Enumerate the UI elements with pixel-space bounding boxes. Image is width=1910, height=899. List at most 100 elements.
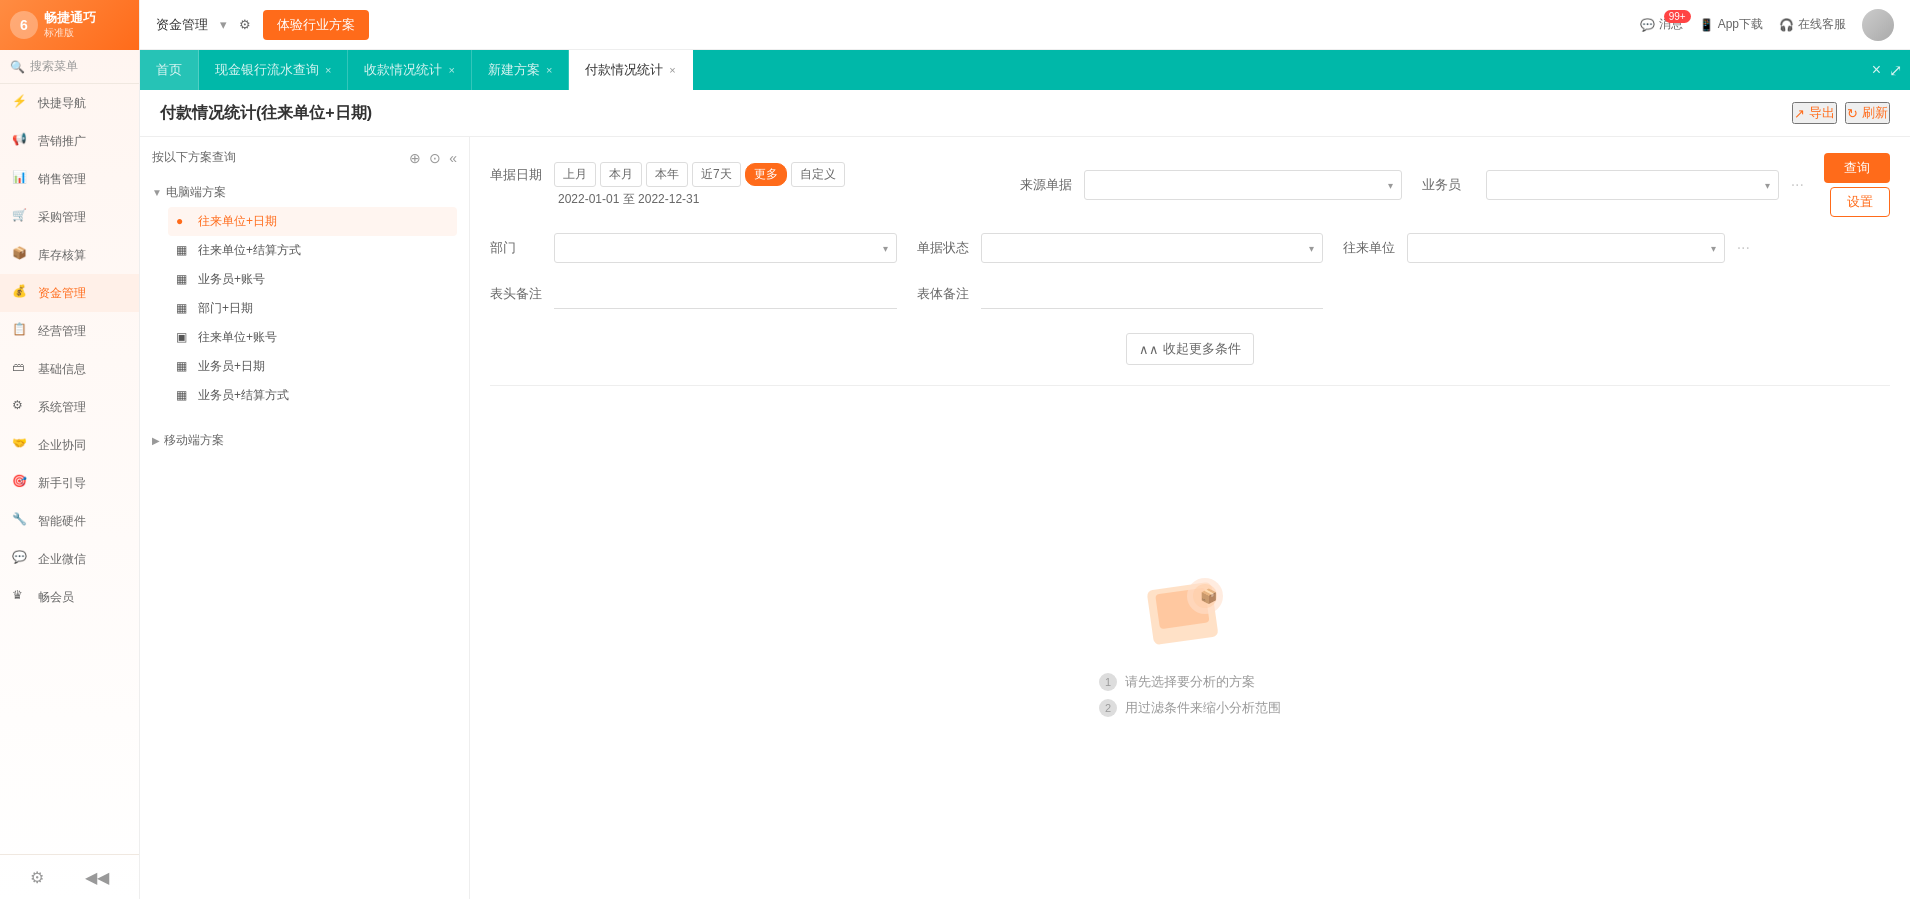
scheme-staff-account[interactable]: ▦ 业务员+账号 xyxy=(168,265,457,294)
staff-select[interactable]: ▾ xyxy=(1486,170,1779,200)
sidebar-item-hardware[interactable]: 🔧 智能硬件 xyxy=(0,502,139,540)
doc-status-select[interactable]: ▾ xyxy=(981,233,1324,263)
this-year-btn[interactable]: 本年 xyxy=(646,162,688,187)
wechat-icon: 💬 xyxy=(12,550,30,568)
tab-receipt-close[interactable]: × xyxy=(448,64,454,76)
scheme-dept-date[interactable]: ▦ 部门+日期 xyxy=(168,294,457,323)
body-remark-group: 表体备注 xyxy=(917,279,1324,309)
sidebar-item-wechat[interactable]: 💬 企业微信 xyxy=(0,540,139,578)
scheme-icon-5: ▦ xyxy=(176,359,192,375)
tab-payment-close[interactable]: × xyxy=(669,64,675,76)
query-button[interactable]: 查询 xyxy=(1824,153,1890,183)
desktop-section-toggle[interactable]: ▼ 电脑端方案 xyxy=(152,178,457,207)
doc-status-select-arrow: ▾ xyxy=(1309,243,1314,254)
tab-receipt[interactable]: 收款情况统计 × xyxy=(348,50,471,90)
breadcrumb-dropdown[interactable]: ▾ xyxy=(220,17,227,32)
empty-tips: 1 请先选择要分析的方案 2 用过滤条件来缩小分析范围 xyxy=(1099,673,1281,717)
scheme-unit-account[interactable]: ▣ 往来单位+账号 xyxy=(168,323,457,352)
sidebar-item-operation[interactable]: 📋 经营管理 xyxy=(0,312,139,350)
sidebar-item-fund[interactable]: 💰 资金管理 xyxy=(0,274,139,312)
add-scheme-icon[interactable]: ⊕ xyxy=(409,150,421,166)
topbar: 资金管理 ▾ ⚙ 体验行业方案 💬 消息 99+ 📱 App下载 🎧 在线客服 xyxy=(140,0,1910,50)
tab-new-scheme-close[interactable]: × xyxy=(546,64,552,76)
scheme-settings-icon[interactable]: ⊙ xyxy=(429,150,441,166)
fund-icon: 💰 xyxy=(12,284,30,302)
body-remark-input[interactable] xyxy=(981,279,1324,309)
settings-bottom-icon[interactable]: ⚙ xyxy=(30,868,44,887)
quick-nav-icon: ⚡ xyxy=(12,94,30,112)
phone-icon: 📱 xyxy=(1699,18,1714,32)
sales-icon: 📊 xyxy=(12,170,30,188)
scheme-icon-2: ▦ xyxy=(176,272,192,288)
sidebar-item-marketing[interactable]: 📢 营销推广 xyxy=(0,122,139,160)
doc-status-label: 单据状态 xyxy=(917,239,973,257)
scheme-icon-6: ▦ xyxy=(176,388,192,404)
source-select-arrow: ▾ xyxy=(1388,180,1393,191)
inventory-icon: 📦 xyxy=(12,246,30,264)
sidebar-item-quick-nav[interactable]: ⚡ 快捷导航 xyxy=(0,84,139,122)
sidebar-item-inventory[interactable]: 📦 库存核算 xyxy=(0,236,139,274)
filter-settings-button[interactable]: 设置 xyxy=(1830,187,1890,217)
filter-rows: 单据日期 上月 本月 本年 近7天 更多 自定义 xyxy=(490,153,1890,309)
sidebar-item-system[interactable]: ⚙ 系统管理 xyxy=(0,388,139,426)
basic-icon: 🗃 xyxy=(12,360,30,378)
refresh-button[interactable]: ↻ 刷新 xyxy=(1845,102,1890,124)
expand-tabs-icon[interactable]: ⤢ xyxy=(1889,61,1902,80)
sidebar-item-purchase[interactable]: 🛒 采购管理 xyxy=(0,198,139,236)
collapse-panel-icon[interactable]: « xyxy=(449,150,457,166)
sidebar-logo: 6 畅捷通巧 标准版 xyxy=(0,0,139,50)
tab-bank[interactable]: 现金银行流水查询 × xyxy=(199,50,348,90)
sidebar-item-enterprise[interactable]: 🤝 企业协同 xyxy=(0,426,139,464)
scheme-staff-date[interactable]: ▦ 业务员+日期 xyxy=(168,352,457,381)
sidebar-item-vip[interactable]: ♛ 畅会员 xyxy=(0,578,139,616)
headset-icon: 🎧 xyxy=(1779,18,1794,32)
avatar-image xyxy=(1862,9,1894,41)
mobile-section-toggle[interactable]: ▶ 移动端方案 xyxy=(152,426,457,455)
filter-panel: 单据日期 上月 本月 本年 近7天 更多 自定义 xyxy=(470,137,1910,899)
scheme-icon-4: ▣ xyxy=(176,330,192,346)
sidebar-bottom: ⚙ ◀◀ xyxy=(0,854,139,899)
user-avatar[interactable] xyxy=(1862,9,1894,41)
partner-dots: ··· xyxy=(1737,239,1750,257)
topbar-settings-icon[interactable]: ⚙ xyxy=(239,17,251,32)
partner-select-arrow: ▾ xyxy=(1711,243,1716,254)
header-remark-group: 表头备注 xyxy=(490,279,897,309)
online-service-btn[interactable]: 🎧 在线客服 xyxy=(1779,16,1846,33)
tab-bank-close[interactable]: × xyxy=(325,64,331,76)
scheme-unit-settle[interactable]: ▦ 往来单位+结算方式 xyxy=(168,236,457,265)
last-7days-btn[interactable]: 近7天 xyxy=(692,162,741,187)
partner-filter-group: 往来单位 ▾ ··· xyxy=(1343,233,1750,263)
page-content: 付款情况统计(往来单位+日期) ↗ 导出 ↻ 刷新 按以下方案查询 ⊕ xyxy=(140,90,1910,899)
more-btn[interactable]: 更多 xyxy=(745,163,787,186)
last-month-btn[interactable]: 上月 xyxy=(554,162,596,187)
date-range-display: 2022-01-01 至 2022-12-31 xyxy=(558,192,699,206)
app-download-btn[interactable]: 📱 App下载 xyxy=(1699,16,1763,33)
notification-btn[interactable]: 💬 消息 99+ xyxy=(1640,16,1683,33)
sidebar-item-basic[interactable]: 🗃 基础信息 xyxy=(0,350,139,388)
custom-btn[interactable]: 自定义 xyxy=(791,162,845,187)
partner-select[interactable]: ▾ xyxy=(1407,233,1724,263)
header-remark-input[interactable] xyxy=(554,279,897,309)
this-month-btn[interactable]: 本月 xyxy=(600,162,642,187)
collapse-filters-button[interactable]: ∧∧ 收起更多条件 xyxy=(1126,333,1254,365)
export-button[interactable]: ↗ 导出 xyxy=(1792,102,1837,124)
empty-tip-2: 2 用过滤条件来缩小分析范围 xyxy=(1099,699,1281,717)
empty-state: 📦 1 请先选择要分析的方案 2 用过滤条件来缩小分析范围 xyxy=(490,394,1890,883)
tabs-actions: × ⤢ xyxy=(1864,50,1910,90)
filter-actions: 查询 设置 xyxy=(1824,153,1890,217)
sidebar-item-sales[interactable]: 📊 销售管理 xyxy=(0,160,139,198)
close-all-tabs-icon[interactable]: × xyxy=(1872,61,1881,79)
collapse-sidebar-icon[interactable]: ◀◀ xyxy=(85,868,109,887)
scheme-unit-date[interactable]: ● 往来单位+日期 xyxy=(168,207,457,236)
svg-text:📦: 📦 xyxy=(1200,588,1218,605)
sidebar-item-guide[interactable]: 🎯 新手引导 xyxy=(0,464,139,502)
sidebar-search[interactable]: 🔍 搜索菜单 xyxy=(0,50,139,84)
tab-payment[interactable]: 付款情况统计 × xyxy=(569,50,692,90)
source-select[interactable]: ▾ xyxy=(1084,170,1402,200)
dept-select[interactable]: ▾ xyxy=(554,233,897,263)
logo-text: 畅捷通巧 标准版 xyxy=(44,10,96,40)
tab-new-scheme[interactable]: 新建方案 × xyxy=(472,50,569,90)
tab-home[interactable]: 首页 xyxy=(140,50,199,90)
trial-button[interactable]: 体验行业方案 xyxy=(263,10,369,40)
scheme-staff-settle[interactable]: ▦ 业务员+结算方式 xyxy=(168,381,457,410)
